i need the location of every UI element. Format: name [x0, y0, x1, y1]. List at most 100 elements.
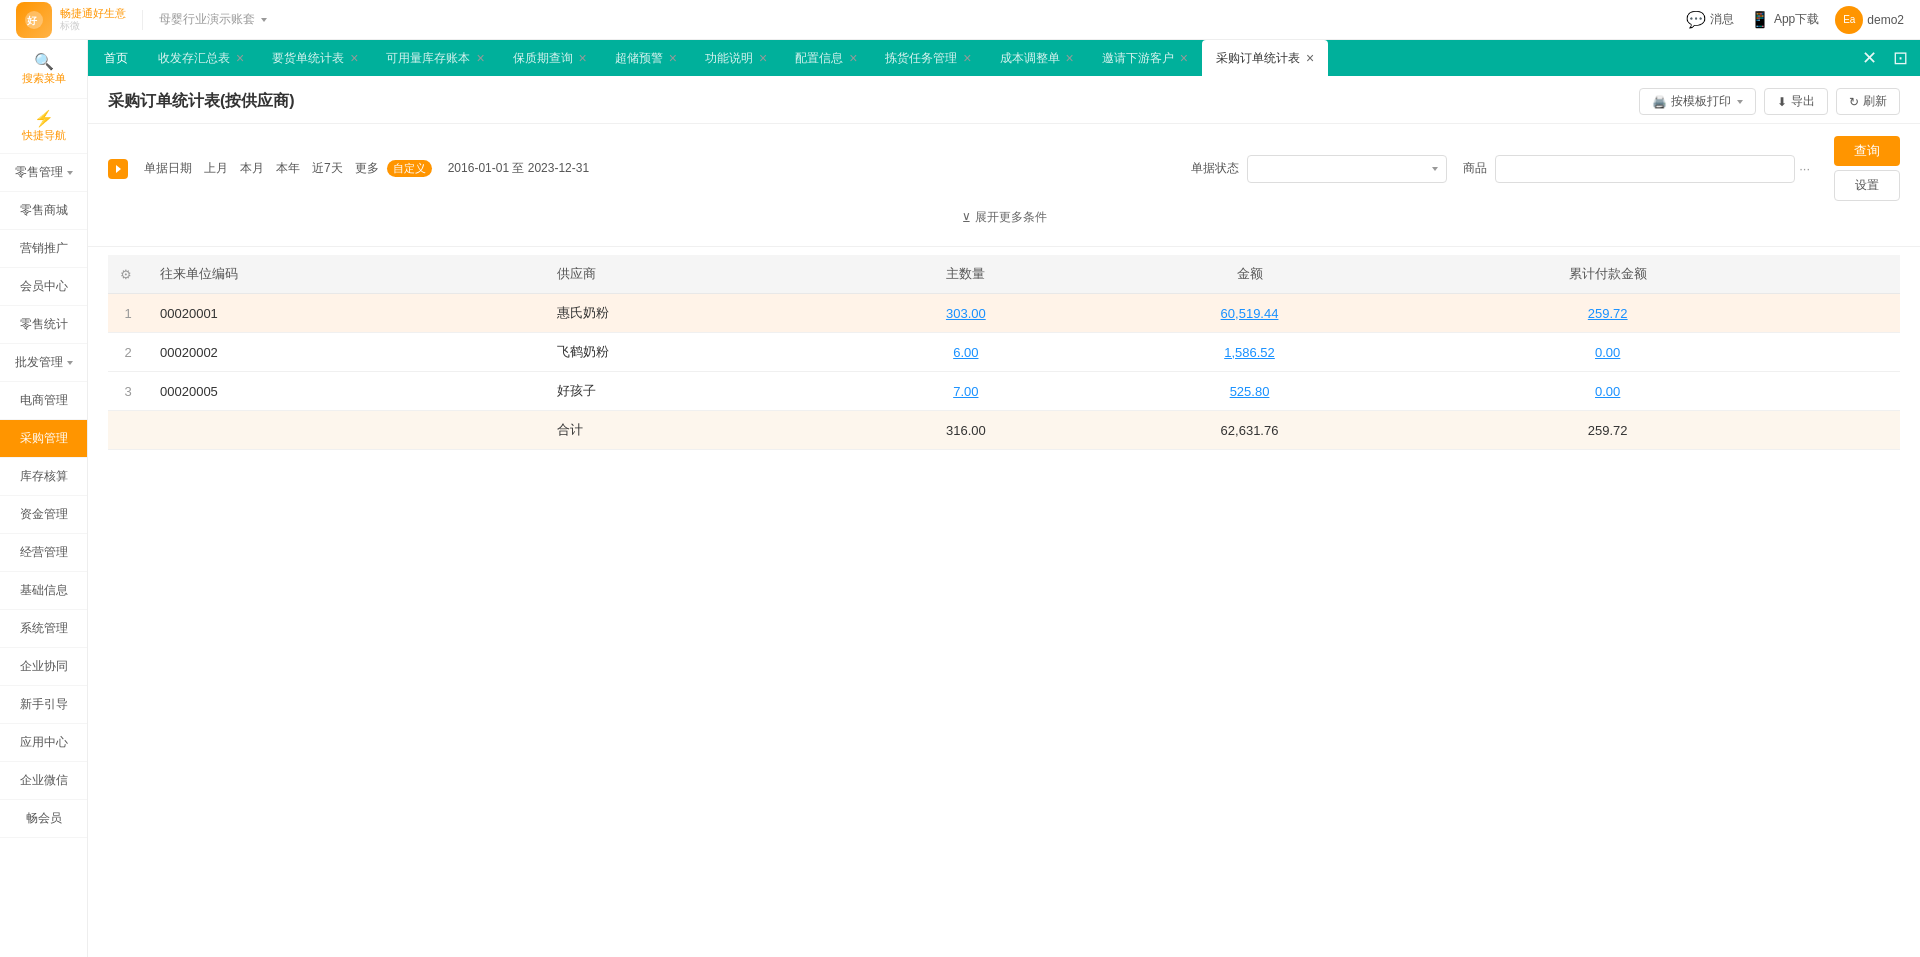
- sidebar-item-system[interactable]: 系统管理: [0, 610, 87, 648]
- sidebar-item-retail[interactable]: 零售管理: [0, 154, 87, 192]
- sidebar-item-appcenter[interactable]: 应用中心: [0, 724, 87, 762]
- table-container: ⚙ 往来单位编码 供应商 主数量 金额 累计付款金额 1: [88, 255, 1920, 470]
- date-range-text: 2016-01-01 至 2023-12-31: [448, 160, 589, 177]
- sidebar-item-quicknav[interactable]: ⚡ 快捷导航: [0, 99, 87, 154]
- sidebar-item-finance[interactable]: 资金管理: [0, 496, 87, 534]
- tab-close-peizhi[interactable]: ×: [849, 50, 857, 66]
- sidebar-item-wechat[interactable]: 企业微信: [0, 762, 87, 800]
- main-layout: 🔍 搜索菜单 ⚡ 快捷导航 零售管理 零售商城 营销推广 会员中心 零售统计 批…: [0, 40, 1920, 957]
- tab-close-yaohuo[interactable]: ×: [350, 50, 358, 66]
- tab-baozhi[interactable]: 保质期查询 ×: [499, 40, 601, 76]
- sidebar-item-retail-stats[interactable]: 零售统计: [0, 306, 87, 344]
- expand-more-button[interactable]: ⊻ 展开更多条件: [108, 201, 1900, 234]
- tab-close-pihuo[interactable]: ×: [963, 50, 971, 66]
- tab-maximize[interactable]: ⊡: [1889, 43, 1912, 73]
- sidebar-item-enterprise[interactable]: 企业协同: [0, 648, 87, 686]
- tab-bar: 首页 收发存汇总表 × 要货单统计表 × 可用量库存账本 × 保质期查询 × 超…: [88, 40, 1920, 76]
- status-select[interactable]: [1247, 155, 1447, 183]
- col-settings[interactable]: ⚙: [108, 255, 148, 294]
- sidebar-item-basic[interactable]: 基础信息: [0, 572, 87, 610]
- sidebar-item-inventory[interactable]: 库存核算: [0, 458, 87, 496]
- app-download-button[interactable]: 📱 App下载: [1750, 10, 1819, 29]
- date-custom-badge[interactable]: 自定义: [387, 160, 432, 177]
- date-quick-buttons: 上月 本月 本年 近7天 更多 自定义: [200, 158, 432, 179]
- sidebar-item-vip[interactable]: 畅会员: [0, 800, 87, 838]
- tab-gongneng[interactable]: 功能说明 ×: [691, 40, 781, 76]
- sidebar-item-newguide[interactable]: 新手引导: [0, 686, 87, 724]
- query-button[interactable]: 查询: [1834, 136, 1900, 166]
- tab-close-chengben[interactable]: ×: [1066, 50, 1074, 66]
- goods-input[interactable]: [1495, 155, 1795, 183]
- tab-close-baozhi[interactable]: ×: [579, 50, 587, 66]
- col-supplier: 供应商: [545, 255, 841, 294]
- paid-3: 0.00: [1409, 372, 1806, 411]
- status-dropdown-icon: [1432, 167, 1438, 171]
- goods-more-icon[interactable]: ···: [1799, 161, 1810, 176]
- sidebar-item-member[interactable]: 会员中心: [0, 268, 87, 306]
- tab-chaochu[interactable]: 超储预警 ×: [601, 40, 691, 76]
- supplier-1: 惠氏奶粉: [545, 294, 841, 333]
- date-btn-7days[interactable]: 近7天: [308, 158, 347, 179]
- page-header: 采购订单统计表(按供应商) 🖨️ 按模板打印 ⬇ 导出 ↻ 刷新: [88, 76, 1920, 124]
- settings-button[interactable]: 设置: [1834, 170, 1900, 201]
- export-icon: ⬇: [1777, 95, 1787, 109]
- footer-empty-2: [148, 411, 545, 450]
- goods-filter-item: 商品 ···: [1463, 155, 1810, 183]
- refresh-button[interactable]: ↻ 刷新: [1836, 88, 1900, 115]
- col-qty: 主数量: [842, 255, 1090, 294]
- header-actions: 🖨️ 按模板打印 ⬇ 导出 ↻ 刷新: [1639, 88, 1900, 115]
- goods-filter-label: 商品: [1463, 160, 1487, 177]
- export-button[interactable]: ⬇ 导出: [1764, 88, 1828, 115]
- print-button[interactable]: 🖨️ 按模板打印: [1639, 88, 1756, 115]
- tab-close-yaoqing[interactable]: ×: [1180, 50, 1188, 66]
- tab-peizhi[interactable]: 配置信息 ×: [781, 40, 871, 76]
- tab-bar-right: ✕ ⊡: [1858, 43, 1920, 73]
- footer-label: 合计: [545, 411, 841, 450]
- date-btn-this-year[interactable]: 本年: [272, 158, 304, 179]
- extra-1: [1806, 294, 1900, 333]
- column-settings-icon[interactable]: ⚙: [120, 267, 132, 282]
- tab-pihuo[interactable]: 拣货任务管理 ×: [871, 40, 985, 76]
- table-row[interactable]: 1 00020001 惠氏奶粉 303.00 60,519.44 259.72: [108, 294, 1900, 333]
- tab-chengben[interactable]: 成本调整单 ×: [986, 40, 1088, 76]
- sidebar-item-marketing[interactable]: 营销推广: [0, 230, 87, 268]
- filter-toggle-button[interactable]: [108, 159, 128, 179]
- goods-input-wrapper: ···: [1495, 155, 1810, 183]
- tab-close-caigou[interactable]: ×: [1306, 50, 1314, 66]
- tab-home[interactable]: 首页: [88, 40, 144, 76]
- top-bar: 好 畅捷通好生意 标微 母婴行业演示账套 💬 消息 📱 App下载 Ea dem…: [0, 0, 1920, 40]
- tab-close-chaochu[interactable]: ×: [669, 50, 677, 66]
- avatar: Ea: [1835, 6, 1863, 34]
- row-num-3: 3: [108, 372, 148, 411]
- tab-close-all[interactable]: ✕: [1858, 43, 1881, 73]
- tab-close-keyong[interactable]: ×: [476, 50, 484, 66]
- extra-3: [1806, 372, 1900, 411]
- breadcrumb: 母婴行业演示账套: [159, 11, 267, 28]
- user-menu[interactable]: Ea demo2: [1835, 6, 1904, 34]
- sidebar-item-wholesale[interactable]: 批发管理: [0, 344, 87, 382]
- sidebar-item-search[interactable]: 🔍 搜索菜单: [0, 40, 87, 99]
- table-row[interactable]: 2 00020002 飞鹤奶粉 6.00 1,586.52 0.00: [108, 333, 1900, 372]
- date-range-display: 2016-01-01 至 2023-12-31: [448, 160, 589, 177]
- sidebar-item-purchase[interactable]: 采购管理: [0, 420, 87, 458]
- table-footer-row: 合计 316.00 62,631.76 259.72: [108, 411, 1900, 450]
- expand-icon: ⊻: [962, 211, 971, 225]
- tab-keyong[interactable]: 可用量库存账本 ×: [372, 40, 498, 76]
- tab-shoufayihui[interactable]: 收发存汇总表 ×: [144, 40, 258, 76]
- sidebar-item-retail-mall[interactable]: 零售商城: [0, 192, 87, 230]
- tab-close-shoufayihui[interactable]: ×: [236, 50, 244, 66]
- date-btn-last-month[interactable]: 上月: [200, 158, 232, 179]
- content-area: 首页 收发存汇总表 × 要货单统计表 × 可用量库存账本 × 保质期查询 × 超…: [88, 40, 1920, 957]
- sidebar-item-ecommerce[interactable]: 电商管理: [0, 382, 87, 420]
- tab-yaohuo[interactable]: 要货单统计表 ×: [258, 40, 372, 76]
- row-num-2: 2: [108, 333, 148, 372]
- tab-caigou[interactable]: 采购订单统计表 ×: [1202, 40, 1328, 76]
- tab-yaoqing[interactable]: 邀请下游客户 ×: [1088, 40, 1202, 76]
- table-row[interactable]: 3 00020005 好孩子 7.00 525.80 0.00: [108, 372, 1900, 411]
- message-button[interactable]: 💬 消息: [1686, 10, 1734, 29]
- supplier-3: 好孩子: [545, 372, 841, 411]
- sidebar-item-operations[interactable]: 经营管理: [0, 534, 87, 572]
- tab-close-gongneng[interactable]: ×: [759, 50, 767, 66]
- date-btn-this-month[interactable]: 本月: [236, 158, 268, 179]
- date-btn-more[interactable]: 更多: [351, 158, 383, 179]
